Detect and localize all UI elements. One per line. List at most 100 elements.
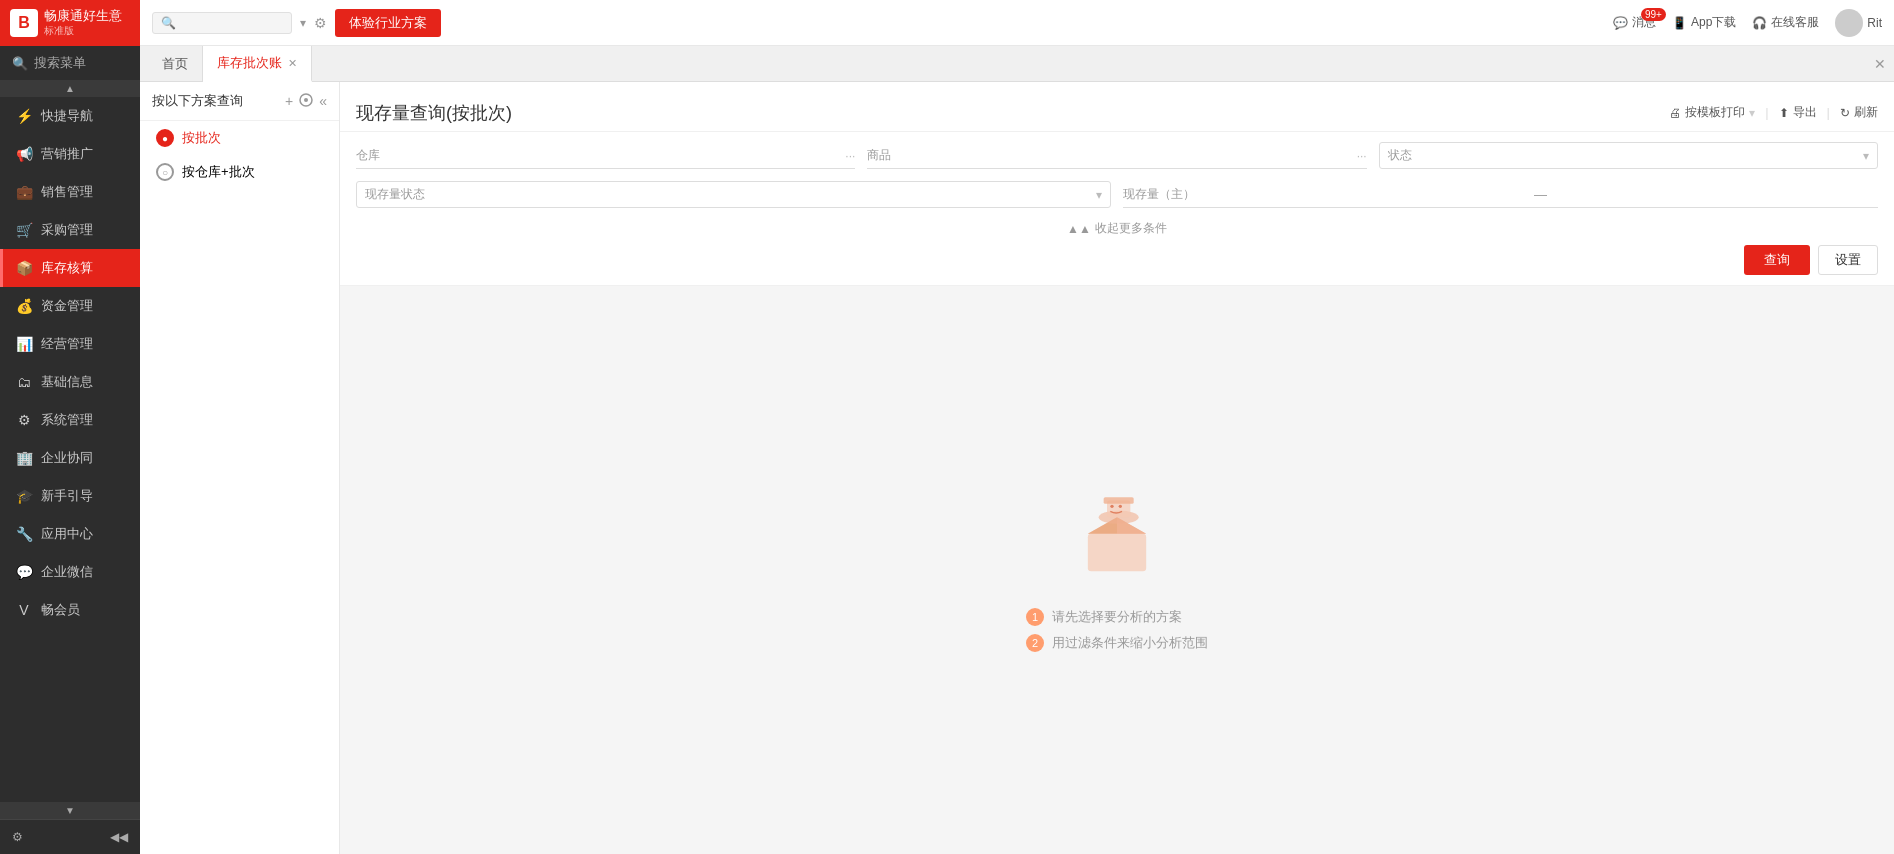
- apps-icon: 🔧: [15, 525, 33, 543]
- app-download-btn[interactable]: 📱 App下载: [1672, 14, 1736, 31]
- sidebar-item-purchase[interactable]: 🛒 采购管理: [0, 211, 140, 249]
- sidebar-scroll-up[interactable]: ▲: [0, 80, 140, 97]
- query-btn[interactable]: 查询: [1744, 245, 1810, 275]
- export-btn[interactable]: ⬆ 导出: [1779, 104, 1817, 121]
- sidebar-item-wechat[interactable]: 💬 企业微信: [0, 553, 140, 591]
- content-area: 按以下方案查询 + « ● 按批次 ○: [140, 82, 1894, 854]
- messages-btn[interactable]: 💬 消息 99+: [1613, 14, 1656, 31]
- warehouse-more-btn[interactable]: ···: [845, 149, 855, 163]
- sidebar-item-quicknav[interactable]: ⚡ 快捷导航: [0, 97, 140, 135]
- empty-tips: 1 请先选择要分析的方案 2 用过滤条件来缩小分析范围: [1026, 608, 1208, 652]
- user-name: Rit: [1867, 16, 1882, 30]
- print-label: 按模板打印: [1685, 104, 1745, 121]
- close-panel-btn[interactable]: ✕: [1874, 56, 1886, 72]
- left-filter-panel: 按以下方案查询 + « ● 按批次 ○: [140, 82, 340, 854]
- scheme-item-batch[interactable]: ● 按批次: [140, 121, 339, 155]
- stock-amount-label: 现存量（主）: [1123, 186, 1195, 203]
- user-menu[interactable]: Rit: [1835, 9, 1882, 37]
- topbar-dropdown-arrow[interactable]: ▾: [300, 16, 306, 30]
- print-dropdown-icon[interactable]: ▾: [1749, 106, 1755, 120]
- sidebar-item-apps[interactable]: 🔧 应用中心: [0, 515, 140, 553]
- filter-section: 仓库 ··· 商品 ··· 状态 ▾: [340, 132, 1894, 286]
- add-scheme-btn[interactable]: +: [285, 93, 293, 109]
- tab-inventory-batch[interactable]: 库存批次账 ✕: [203, 46, 312, 82]
- sidebar-item-newbie-label: 新手引导: [41, 487, 93, 505]
- sidebar-item-base[interactable]: 🗂 基础信息: [0, 363, 140, 401]
- vip-icon: V: [15, 601, 33, 619]
- collapse-sidebar-btn[interactable]: ◀◀: [110, 830, 128, 844]
- messages-badge: 99+: [1641, 8, 1666, 21]
- headset-icon: 🎧: [1752, 16, 1767, 30]
- sidebar-item-system[interactable]: ⚙ 系统管理: [0, 401, 140, 439]
- collapse-panel-btn[interactable]: «: [319, 93, 327, 109]
- app-title-group: 畅康通好生意 标准版: [44, 8, 122, 39]
- status-dropdown-icon[interactable]: ▾: [1863, 149, 1869, 163]
- topbar-search-box[interactable]: 🔍: [152, 12, 292, 34]
- stock-status-filter: 现存量状态 ▾: [356, 181, 1111, 208]
- app-logo: B: [10, 9, 38, 37]
- stock-amount-to-input[interactable]: [1551, 187, 1878, 202]
- empty-tip-1: 1 请先选择要分析的方案: [1026, 608, 1208, 626]
- refresh-label: 刷新: [1854, 104, 1878, 121]
- tab-home[interactable]: 首页: [148, 46, 203, 82]
- sidebar-item-marketing[interactable]: 📢 营销推广: [0, 135, 140, 173]
- tab-close-icon[interactable]: ✕: [288, 57, 297, 70]
- page-title: 现存量查询(按批次): [356, 101, 512, 125]
- sidebar-item-vip[interactable]: V 畅会员: [0, 591, 140, 629]
- sidebar-item-vip-label: 畅会员: [41, 601, 80, 619]
- app-download-label: App下载: [1691, 14, 1736, 31]
- left-panel-header-left: 按以下方案查询: [152, 92, 243, 110]
- stock-amount-from-input[interactable]: [1203, 187, 1530, 202]
- sidebar-item-inventory-label: 库存核算: [41, 259, 93, 277]
- export-icon: ⬆: [1779, 106, 1789, 120]
- sidebar: B 畅康通好生意 标准版 🔍 搜索菜单 ▲ ⚡ 快捷导航 📢 营销推广 💼 销售…: [0, 0, 140, 854]
- refresh-btn[interactable]: ↻ 刷新: [1840, 104, 1878, 121]
- sales-icon: 💼: [15, 183, 33, 201]
- sidebar-item-system-label: 系统管理: [41, 411, 93, 429]
- page-header: 现存量查询(按批次) 🖨 按模板打印 ▾ | ⬆ 导出 | ↻: [340, 82, 1894, 132]
- scheme-item-warehouse-batch[interactable]: ○ 按仓库+批次: [140, 155, 339, 189]
- topbar-search-icon: 🔍: [161, 16, 176, 30]
- svg-point-9: [1110, 505, 1113, 508]
- warehouse-label: 仓库: [356, 147, 386, 164]
- status-label: 状态: [1388, 147, 1418, 164]
- app-title: 畅康通好生意: [44, 8, 122, 25]
- inventory-icon: 📦: [15, 259, 33, 277]
- scheme-warehouse-batch-label: 按仓库+批次: [182, 163, 255, 181]
- sidebar-item-sales-label: 销售管理: [41, 183, 93, 201]
- settings-scheme-btn[interactable]: [299, 93, 313, 110]
- left-panel-title: 按以下方案查询: [152, 92, 243, 110]
- online-service-btn[interactable]: 🎧 在线客服: [1752, 14, 1819, 31]
- topbar-right: 💬 消息 99+ 📱 App下载 🎧 在线客服 Rit: [1613, 9, 1882, 37]
- sidebar-item-quicknav-label: 快捷导航: [41, 107, 93, 125]
- scheme-batch-label: 按批次: [182, 129, 221, 147]
- topbar-gear-icon[interactable]: ⚙: [314, 15, 327, 31]
- user-avatar: [1835, 9, 1863, 37]
- topbar-search-input[interactable]: [180, 16, 260, 30]
- sidebar-search-menu[interactable]: 🔍 搜索菜单: [0, 46, 140, 80]
- header-divider-1: |: [1765, 105, 1768, 120]
- main-content: 🔍 ▾ ⚙ 体验行业方案 💬 消息 99+ 📱 App下载 🎧 在线客服 Rit: [140, 0, 1894, 854]
- sidebar-item-newbie[interactable]: 🎓 新手引导: [0, 477, 140, 515]
- collapse-up-icon: ▲▲: [1067, 222, 1091, 236]
- sidebar-item-finance[interactable]: 💰 资金管理: [0, 287, 140, 325]
- tab-home-label: 首页: [162, 55, 188, 73]
- product-more-btn[interactable]: ···: [1357, 149, 1367, 163]
- sidebar-item-wechat-label: 企业微信: [41, 563, 93, 581]
- sidebar-item-operations[interactable]: 📊 经营管理: [0, 325, 140, 363]
- print-btn[interactable]: 🖨 按模板打印 ▾: [1669, 104, 1755, 121]
- collapse-more-btn[interactable]: ▲▲ 收起更多条件: [1067, 220, 1167, 237]
- sidebar-item-sales[interactable]: 💼 销售管理: [0, 173, 140, 211]
- stock-status-dropdown-icon[interactable]: ▾: [1096, 188, 1102, 202]
- trial-industry-btn[interactable]: 体验行业方案: [335, 9, 441, 37]
- refresh-icon: ↻: [1840, 106, 1850, 120]
- tabbar: 首页 库存批次账 ✕ ✕: [140, 46, 1894, 82]
- sidebar-item-enterprise[interactable]: 🏢 企业协同: [0, 439, 140, 477]
- sidebar-scroll-down[interactable]: ▼: [0, 802, 140, 819]
- settings-footer-btn[interactable]: ⚙: [12, 830, 23, 844]
- sidebar-item-inventory[interactable]: 📦 库存核算: [0, 249, 140, 287]
- product-filter: 商品 ···: [867, 147, 1366, 169]
- settings-btn[interactable]: 设置: [1818, 245, 1878, 275]
- purchase-icon: 🛒: [15, 221, 33, 239]
- status-filter: 状态 ▾: [1379, 142, 1878, 169]
